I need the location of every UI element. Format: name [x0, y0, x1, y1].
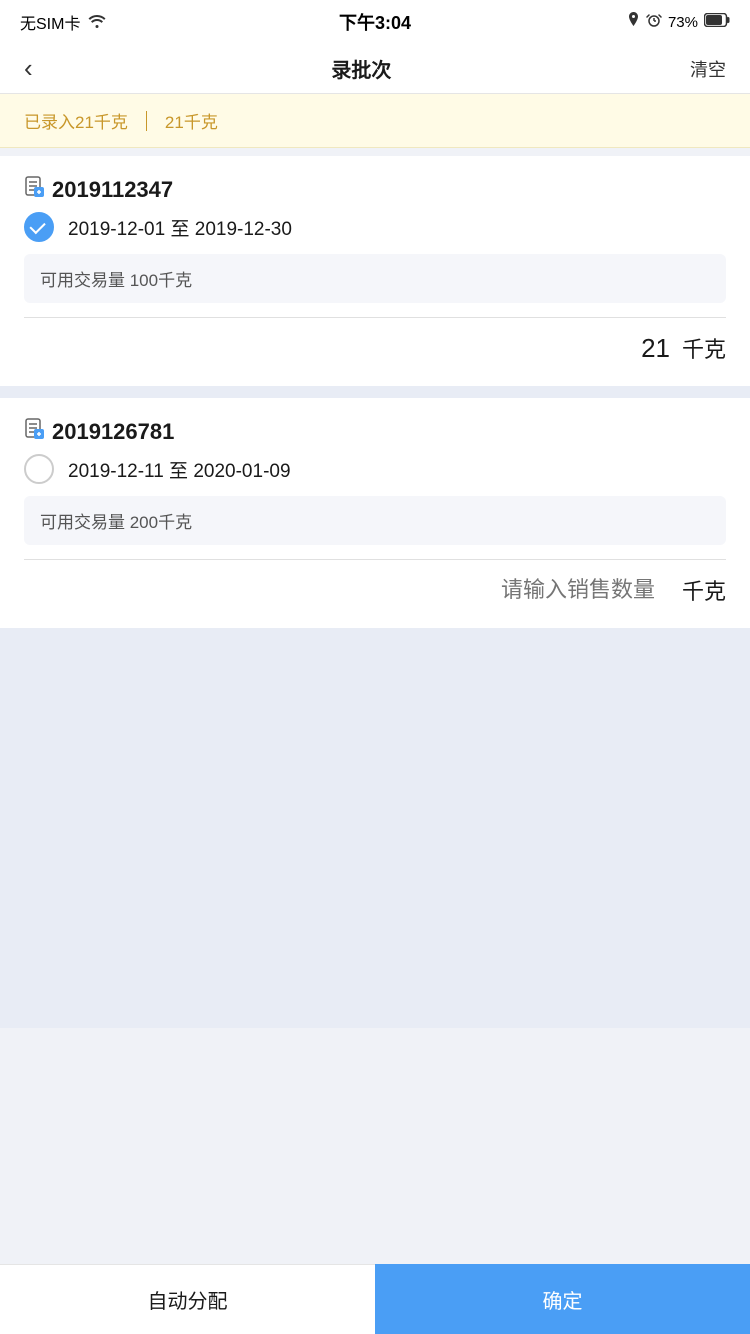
batch-date-1: 2019-12-01 至 2019-12-30 [68, 214, 292, 241]
back-button[interactable]: ‹ [24, 53, 33, 84]
status-bar: 无SIM卡 下午3:04 73% [0, 0, 750, 44]
available-box-2: 可用交易量 200千克 [24, 496, 726, 545]
alarm-icon [646, 12, 662, 32]
quantity-input-2[interactable] [450, 577, 670, 603]
recorded-value: 21千克 [165, 108, 218, 133]
section-divider [0, 386, 750, 398]
bottom-bar: 自动分配 确定 [0, 1264, 750, 1334]
batch-doc-icon-2 [24, 418, 46, 446]
empty-area [0, 628, 750, 1028]
wifi-icon [86, 12, 108, 33]
info-banner: 已录入21千克 21千克 [0, 94, 750, 148]
radio-btn-1[interactable] [24, 212, 54, 242]
clear-button[interactable]: 清空 [690, 56, 726, 82]
batch-date-row-1[interactable]: 2019-12-01 至 2019-12-30 [24, 212, 726, 242]
batch-date-row-2[interactable]: 2019-12-11 至 2020-01-09 [24, 454, 726, 484]
nav-bar: ‹ 录批次 清空 [0, 44, 750, 94]
batch-id-1: 2019112347 [52, 177, 173, 203]
confirm-button[interactable]: 确定 [375, 1264, 750, 1334]
separator-2 [24, 559, 726, 560]
batch-id-2: 2019126781 [52, 419, 174, 445]
separator-1 [24, 317, 726, 318]
battery-icon [704, 13, 730, 31]
quantity-unit-2: 千克 [682, 574, 726, 606]
battery-label: 73% [668, 14, 698, 31]
carrier-label: 无SIM卡 [20, 10, 80, 34]
batch-card-2: 2019126781 2019-12-11 至 2020-01-09 可用交易量… [0, 398, 750, 628]
batch-date-2: 2019-12-11 至 2020-01-09 [68, 456, 291, 483]
info-divider [146, 111, 147, 131]
status-right: 73% [627, 12, 730, 32]
location-icon [627, 12, 640, 32]
auto-distribute-button[interactable]: 自动分配 [0, 1264, 375, 1334]
quantity-row-1: 21 千克 [24, 322, 726, 366]
radio-btn-2[interactable] [24, 454, 54, 484]
batch-doc-icon-1 [24, 176, 46, 204]
page-title: 录批次 [331, 54, 391, 83]
batch-header-2: 2019126781 [24, 418, 726, 446]
batch-header-1: 2019112347 [24, 176, 726, 204]
quantity-unit-1: 千克 [682, 332, 726, 364]
quantity-input-row-2[interactable]: 千克 [24, 564, 726, 608]
recorded-label: 已录入21千克 [24, 108, 128, 133]
status-left: 无SIM卡 [20, 10, 108, 34]
quantity-value-1: 21 [641, 333, 670, 364]
batch-card-1: 2019112347 2019-12-01 至 2019-12-30 可用交易量… [0, 156, 750, 386]
available-box-1: 可用交易量 100千克 [24, 254, 726, 303]
status-time: 下午3:04 [339, 9, 411, 35]
